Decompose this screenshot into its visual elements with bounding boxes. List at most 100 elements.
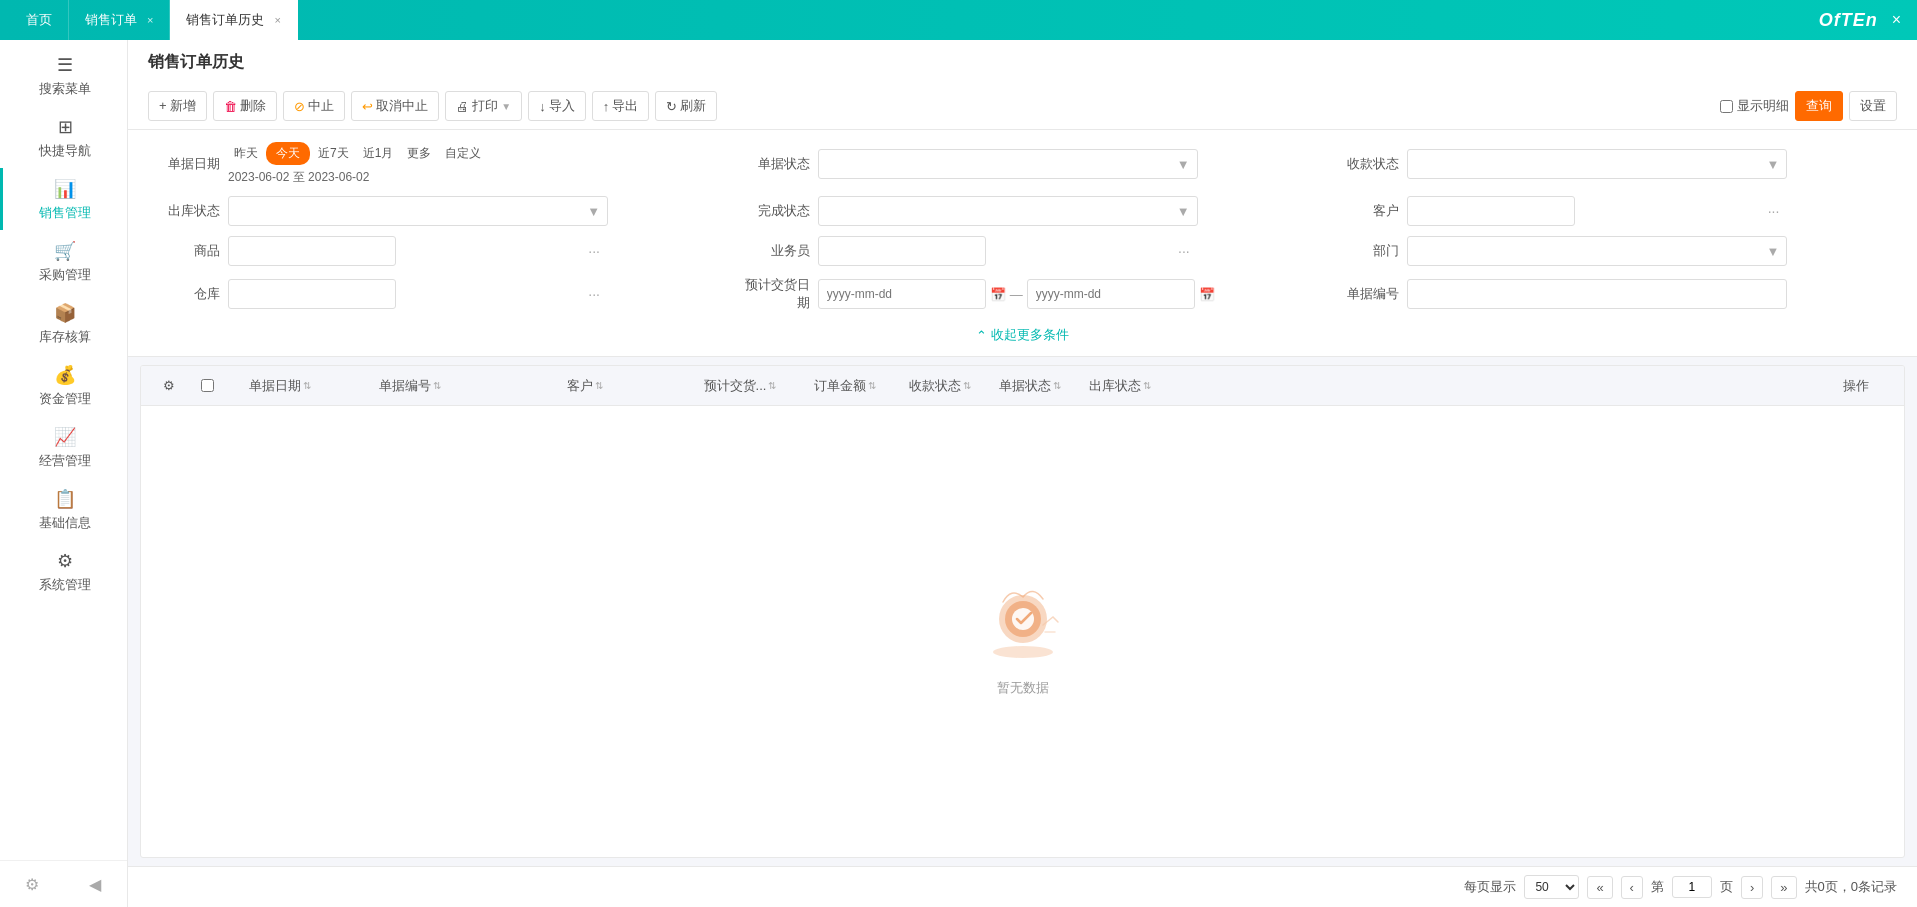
next-page-button[interactable]: › [1741, 876, 1763, 899]
warehouse-status-select[interactable] [228, 196, 608, 226]
receipt-status-select[interactable] [1407, 149, 1787, 179]
brand-logo: OfTEn [1819, 10, 1878, 31]
sidebar-item-search[interactable]: ☰ 搜索菜单 [0, 44, 127, 106]
calendar-to-icon[interactable]: 📅 [1199, 287, 1215, 302]
th-date[interactable]: 单据日期 ⇅ [225, 377, 335, 395]
dept-select[interactable] [1407, 236, 1787, 266]
main-layout: ☰ 搜索菜单 ⊞ 快捷导航 📊 销售管理 🛒 采购管理 📦 库存核算 💰 资金管… [0, 40, 1917, 907]
warehouse-input[interactable] [228, 279, 396, 309]
per-page-select[interactable]: 50 100 200 [1524, 875, 1579, 899]
tab-sales-order[interactable]: 销售订单 × [69, 0, 170, 40]
new-button[interactable]: + 新增 [148, 91, 207, 121]
th-amount[interactable]: 订单金额 ⇅ [795, 377, 895, 395]
th-checkbox[interactable] [189, 379, 225, 392]
th-status[interactable]: 单据状态 ⇅ [985, 377, 1075, 395]
date-control: 昨天 今天 近7天 近1月 更多 自定义 2023-06-02 至 2023-0… [228, 142, 608, 186]
receipt-status-select-wrapper: ▼ [1407, 149, 1787, 179]
query-button[interactable]: 查询 [1795, 91, 1843, 121]
purchase-icon: 🛒 [54, 240, 76, 262]
sidebar-item-inventory[interactable]: 📦 库存核算 [0, 292, 127, 354]
goods-input[interactable] [228, 236, 396, 266]
salesperson-more-button[interactable]: ··· [1174, 243, 1194, 259]
th-settings[interactable]: ⚙ [149, 378, 189, 393]
sidebar-item-finance[interactable]: 💰 资金管理 [0, 354, 127, 416]
filter-col-goods: 商品 ··· [148, 236, 718, 266]
tab-home[interactable]: 销售订单历史 首页 [10, 0, 69, 40]
th-customer[interactable]: 客户 ⇅ [485, 377, 685, 395]
sidebar-item-basic-info[interactable]: 📋 基础信息 [0, 478, 127, 540]
sidebar-settings-icon[interactable]: ⚙ [17, 869, 47, 899]
delete-button[interactable]: 🗑 删除 [213, 91, 277, 121]
print-button[interactable]: 🖨 打印 ▼ [445, 91, 522, 121]
svg-point-0 [993, 646, 1053, 658]
tab-sales-order-history[interactable]: 销售订单历史 × [170, 0, 297, 40]
delivery-date-from[interactable] [818, 279, 986, 309]
date-1month[interactable]: 近1月 [357, 142, 400, 165]
sidebar-item-purchase[interactable]: 🛒 采购管理 [0, 230, 127, 292]
sidebar-item-system[interactable]: ⚙ 系统管理 [0, 540, 127, 602]
per-page-label: 每页显示 [1464, 878, 1516, 896]
date-today[interactable]: 今天 [266, 142, 310, 165]
filter-row-1: 单据日期 昨天 今天 近7天 近1月 更多 自定义 2023-06-02 至 2… [148, 142, 1897, 186]
filter-row-2: 出库状态 ▼ 完成状态 ▼ [148, 196, 1897, 226]
customer-input-wrapper: ··· [1407, 196, 1787, 226]
sidebar-collapse-icon[interactable]: ◀ [80, 869, 110, 899]
calendar-from-icon[interactable]: 📅 [990, 287, 1006, 302]
amount-sort-icon: ⇅ [868, 380, 876, 391]
settings-button[interactable]: 设置 [1849, 91, 1897, 121]
date-more[interactable]: 更多 [401, 142, 437, 165]
collapse-up-icon: ⌃ [976, 328, 987, 343]
th-payment[interactable]: 收款状态 ⇅ [895, 377, 985, 395]
customer-input[interactable] [1407, 196, 1575, 226]
th-number[interactable]: 单据编号 ⇅ [335, 377, 485, 395]
show-detail-input[interactable] [1720, 100, 1733, 113]
show-detail-checkbox[interactable]: 显示明细 [1720, 97, 1789, 115]
prev-page-button[interactable]: ‹ [1621, 876, 1643, 899]
refresh-button[interactable]: ↻ 刷新 [655, 91, 717, 121]
payment-sort-icon: ⇅ [963, 380, 971, 391]
tab-sales-order-history-close[interactable]: × [274, 14, 280, 26]
sidebar-bottom: ⚙ ◀ [0, 860, 127, 907]
date-range-text: 2023-06-02 至 2023-06-02 [228, 169, 369, 186]
date-7days[interactable]: 近7天 [312, 142, 355, 165]
select-all-checkbox[interactable] [201, 379, 214, 392]
th-warehouse[interactable]: 出库状态 ⇅ [1075, 377, 1165, 395]
last-page-button[interactable]: » [1771, 876, 1796, 899]
date-custom[interactable]: 自定义 [439, 142, 487, 165]
warehouse-status-label: 出库状态 [148, 202, 228, 220]
table-settings-icon: ⚙ [163, 378, 175, 393]
import-button[interactable]: ↓ 导入 [528, 91, 586, 121]
th-delivery[interactable]: 预计交货... ⇅ [685, 377, 795, 395]
complete-status-select[interactable] [818, 196, 1198, 226]
filter-col-salesperson: 业务员 ··· [738, 236, 1308, 266]
doc-number-input[interactable] [1407, 279, 1787, 309]
first-page-button[interactable]: « [1587, 876, 1612, 899]
delivery-sort-icon: ⇅ [768, 380, 776, 391]
table-body: 暂无数据 [141, 406, 1904, 857]
empty-illustration [973, 567, 1073, 667]
collapse-more-button[interactable]: ⌃ 收起更多条件 [148, 322, 1897, 344]
cancel-stop-button[interactable]: ↩ 取消中止 [351, 91, 439, 121]
sidebar-item-operations[interactable]: 📈 经营管理 [0, 416, 127, 478]
export-button[interactable]: ↑ 导出 [592, 91, 650, 121]
doc-status-select-wrapper: ▼ [818, 149, 1198, 179]
salesperson-input[interactable] [818, 236, 986, 266]
tab-sales-order-close[interactable]: × [147, 14, 153, 26]
customer-more-button[interactable]: ··· [1764, 203, 1784, 219]
date-yesterday[interactable]: 昨天 [228, 142, 264, 165]
stop-button[interactable]: ⊘ 中止 [283, 91, 345, 121]
delivery-date-to[interactable] [1027, 279, 1195, 309]
table-wrapper: ⚙ 单据日期 ⇅ 单据编号 ⇅ 客户 ⇅ 预计交货... [140, 365, 1905, 858]
sales-icon: 📊 [54, 178, 76, 200]
doc-status-select[interactable] [818, 149, 1198, 179]
goods-more-button[interactable]: ··· [584, 243, 604, 259]
dept-label: 部门 [1327, 242, 1407, 260]
sidebar-item-sales[interactable]: 📊 销售管理 [0, 168, 127, 230]
system-icon: ⚙ [54, 550, 76, 572]
warehouse-more-button[interactable]: ··· [584, 286, 604, 302]
filter-col-delivery-date: 预计交货日期 📅 — 📅 [738, 276, 1308, 312]
window-close-button[interactable]: × [1886, 9, 1907, 31]
th-action: 操作 [1816, 377, 1896, 395]
page-number-input[interactable] [1672, 876, 1712, 898]
sidebar-item-quick-nav[interactable]: ⊞ 快捷导航 [0, 106, 127, 168]
